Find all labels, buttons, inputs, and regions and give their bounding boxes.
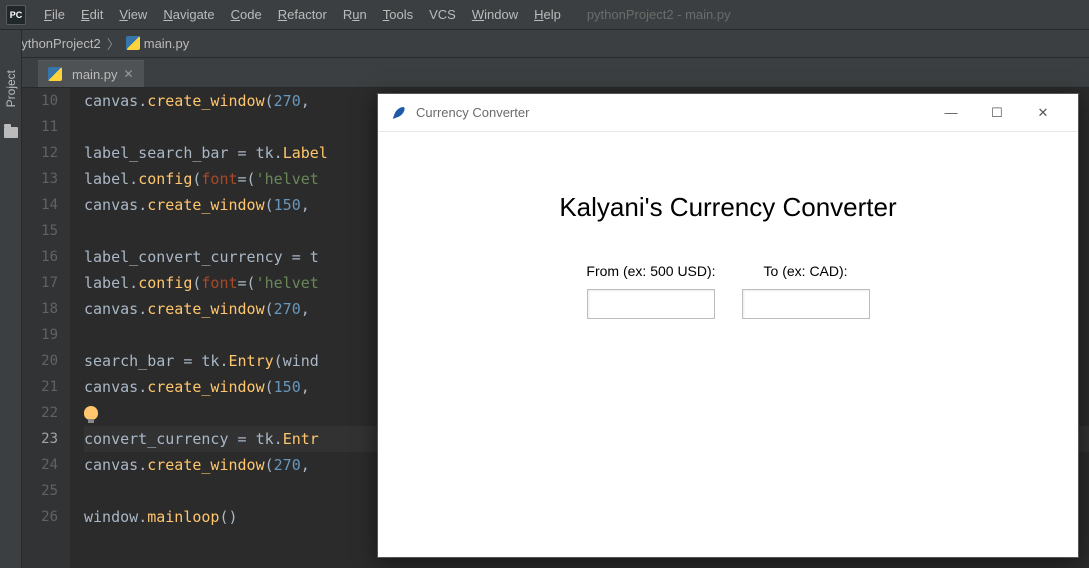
close-icon[interactable]: ✕ [124,67,134,81]
line-number: 21 [22,374,58,400]
menu-tools[interactable]: Tools [375,7,421,22]
breadcrumb-file[interactable]: main.py [126,36,190,51]
close-button[interactable]: ✕ [1020,94,1066,132]
menu-help[interactable]: Help [526,7,569,22]
sidebar-project-tab[interactable]: Project [4,70,18,107]
line-number: 11 [22,114,58,140]
tool-window-sidebar: Project [0,30,22,568]
app-heading: Kalyani's Currency Converter [378,192,1078,223]
line-number: 24 [22,452,58,478]
breadcrumb: pythonProject2 〉 main.py [0,30,1089,58]
tk-window-title: Currency Converter [416,105,529,120]
to-input[interactable] [742,289,870,319]
menu-run[interactable]: Run [335,7,375,22]
menu-view[interactable]: View [111,7,155,22]
line-number: 10 [22,88,58,114]
to-label: To (ex: CAD): [742,263,870,279]
menu-navigate[interactable]: Navigate [155,7,222,22]
tk-body: Kalyani's Currency Converter From (ex: 5… [378,132,1078,319]
line-gutter: 1011121314151617181920212223242526 [22,88,70,568]
line-number: 19 [22,322,58,348]
tkinter-window: Currency Converter — ☐ ✕ Kalyani's Curre… [377,93,1079,558]
line-number: 26 [22,504,58,530]
menu-file[interactable]: File [36,7,73,22]
breadcrumb-project[interactable]: pythonProject2 [14,36,101,51]
maximize-button[interactable]: ☐ [974,94,1020,132]
tab-bar: main.py ✕ [0,58,1089,88]
line-number: 23 [22,426,58,452]
feather-icon [390,105,406,121]
line-number: 15 [22,218,58,244]
line-number: 25 [22,478,58,504]
menu-code[interactable]: Code [223,7,270,22]
line-number: 17 [22,270,58,296]
line-number: 12 [22,140,58,166]
menu-refactor[interactable]: Refactor [270,7,335,22]
tab-label: main.py [72,67,118,82]
python-file-icon [48,67,62,81]
minimize-button[interactable]: — [928,94,974,132]
python-file-icon [126,36,140,50]
line-number: 14 [22,192,58,218]
line-number: 13 [22,166,58,192]
menu-window[interactable]: Window [464,7,526,22]
line-number: 20 [22,348,58,374]
lightbulb-icon[interactable] [84,406,98,420]
to-field-group: To (ex: CAD): [742,263,870,319]
from-label: From (ex: 500 USD): [586,263,715,279]
from-input[interactable] [587,289,715,319]
line-number: 18 [22,296,58,322]
menu-vcs[interactable]: VCS [421,7,464,22]
pycharm-logo-icon: PC [6,5,26,25]
tk-titlebar[interactable]: Currency Converter — ☐ ✕ [378,94,1078,132]
window-title: pythonProject2 - main.py [587,7,731,22]
tab-main-py[interactable]: main.py ✕ [38,60,144,87]
chevron-right-icon: 〉 [107,34,120,53]
menu-edit[interactable]: Edit [73,7,111,22]
line-number: 22 [22,400,58,426]
menu-bar: PC File Edit View Navigate Code Refactor… [0,0,1089,30]
line-number: 16 [22,244,58,270]
from-field-group: From (ex: 500 USD): [586,263,715,319]
folder-icon[interactable] [4,127,18,138]
